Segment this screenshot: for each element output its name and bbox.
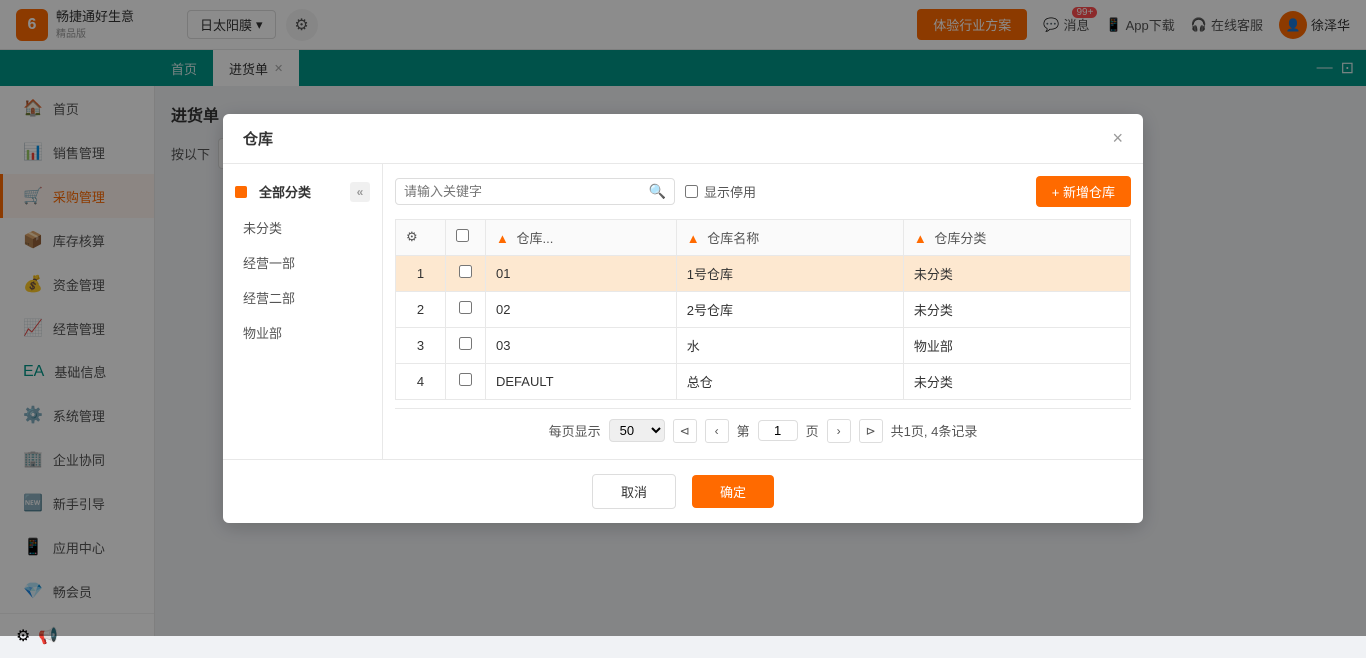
modal-title: 仓库 (243, 128, 273, 149)
page-number-input[interactable] (758, 420, 798, 441)
modal-category-sidebar: 全部分类 « 未分类 经营一部 经营二部 物业部 (223, 164, 383, 459)
th-name: ▲ 仓库名称 (676, 219, 903, 255)
category-operations-1[interactable]: 经营一部 (223, 245, 382, 280)
modal-footer: 取消 确定 (223, 459, 1143, 523)
row-num: 2 (417, 302, 424, 317)
modal-all-categories[interactable]: 全部分类 « (223, 174, 382, 210)
td-name: 1号仓库 (676, 255, 903, 291)
td-name: 水 (676, 327, 903, 363)
td-gear: 2 (396, 291, 446, 327)
col-code-label: 仓库... (517, 231, 554, 246)
td-code: 02 (486, 291, 677, 327)
page-unit: 页 (806, 421, 819, 440)
table-body: 1 01 1号仓库 未分类 2 02 2号仓库 未分类 3 (396, 255, 1131, 399)
td-category: 未分类 (903, 255, 1130, 291)
table-header-row: ⚙ ▲ 仓库... ▲ 仓库名称 (396, 219, 1131, 255)
col-category-label: 仓库分类 (934, 231, 986, 246)
per-page-label: 每页显示 (549, 421, 601, 440)
table-row[interactable]: 2 02 2号仓库 未分类 (396, 291, 1131, 327)
table-row[interactable]: 3 03 水 物业部 (396, 327, 1131, 363)
disabled-checkbox-input[interactable] (685, 185, 698, 198)
row-checkbox[interactable] (459, 373, 472, 386)
td-code: 01 (486, 255, 677, 291)
total-info: 共1页, 4条记录 (891, 421, 978, 440)
modal-main-content: 🔍 显示停用 + 新增仓库 ⚙ (383, 164, 1143, 459)
td-checkbox (446, 363, 486, 399)
th-category: ▲ 仓库分类 (903, 219, 1130, 255)
td-checkbox (446, 291, 486, 327)
cancel-button[interactable]: 取消 (592, 474, 676, 509)
sort-code-icon: ▲ (496, 231, 509, 246)
td-gear: 1 (396, 255, 446, 291)
modal-body: 全部分类 « 未分类 经营一部 经营二部 物业部 (223, 164, 1143, 459)
category-color-icon (235, 186, 247, 198)
td-checkbox (446, 255, 486, 291)
pagination-bar: 每页显示 50 10 20 100 ⊲ ‹ 第 页 › (395, 408, 1131, 447)
all-categories-label: 全部分类 (259, 182, 311, 201)
th-code: ▲ 仓库... (486, 219, 677, 255)
table-wrapper: ⚙ ▲ 仓库... ▲ 仓库名称 (395, 219, 1131, 400)
th-settings: ⚙ (396, 219, 446, 255)
table-row[interactable]: 1 01 1号仓库 未分类 (396, 255, 1131, 291)
col-name-label: 仓库名称 (707, 231, 759, 246)
search-icon[interactable]: 🔍 (649, 183, 666, 200)
td-code: 03 (486, 327, 677, 363)
sort-category-icon: ▲ (914, 231, 927, 246)
modal-header: 仓库 × (223, 114, 1143, 164)
td-checkbox (446, 327, 486, 363)
search-input[interactable] (404, 184, 649, 199)
page-first-button[interactable]: ⊲ (673, 419, 697, 443)
category-operations-2[interactable]: 经营二部 (223, 280, 382, 315)
sort-name-icon: ▲ (687, 231, 700, 246)
row-num: 4 (417, 374, 424, 389)
row-num: 3 (417, 338, 424, 353)
td-code: DEFAULT (486, 363, 677, 399)
row-checkbox[interactable] (459, 337, 472, 350)
modal-toolbar: 🔍 显示停用 + 新增仓库 (395, 176, 1131, 207)
warehouse-modal: 仓库 × 全部分类 « 未分类 经营一部 经营二部 (223, 114, 1143, 523)
collapse-button[interactable]: « (350, 182, 370, 202)
page-prev-button[interactable]: ‹ (705, 419, 729, 443)
td-name: 2号仓库 (676, 291, 903, 327)
th-checkbox (446, 219, 486, 255)
table-row[interactable]: 4 DEFAULT 总仓 未分类 (396, 363, 1131, 399)
show-disabled-label: 显示停用 (704, 182, 756, 201)
td-gear: 4 (396, 363, 446, 399)
td-gear: 3 (396, 327, 446, 363)
add-warehouse-button[interactable]: + 新增仓库 (1036, 176, 1131, 207)
select-all-checkbox[interactable] (456, 229, 469, 242)
page-size-dropdown[interactable]: 50 10 20 100 (609, 419, 665, 442)
category-property[interactable]: 物业部 (223, 315, 382, 350)
search-box: 🔍 (395, 178, 675, 205)
confirm-button[interactable]: 确定 (692, 475, 774, 508)
row-num: 1 (417, 266, 424, 281)
td-category: 物业部 (903, 327, 1130, 363)
td-category: 未分类 (903, 291, 1130, 327)
row-checkbox[interactable] (459, 301, 472, 314)
td-category: 未分类 (903, 363, 1130, 399)
page-label: 第 (737, 421, 750, 440)
warehouse-table: ⚙ ▲ 仓库... ▲ 仓库名称 (395, 219, 1131, 400)
modal-close-button[interactable]: × (1112, 129, 1123, 147)
modal-overlay: 仓库 × 全部分类 « 未分类 经营一部 经营二部 (0, 0, 1366, 636)
page-next-button[interactable]: › (827, 419, 851, 443)
page-last-button[interactable]: ⊳ (859, 419, 883, 443)
page-size-select: 50 10 20 100 (609, 419, 665, 442)
show-disabled-checkbox[interactable]: 显示停用 (685, 182, 756, 201)
category-unclassified[interactable]: 未分类 (223, 210, 382, 245)
row-checkbox[interactable] (459, 265, 472, 278)
td-name: 总仓 (676, 363, 903, 399)
